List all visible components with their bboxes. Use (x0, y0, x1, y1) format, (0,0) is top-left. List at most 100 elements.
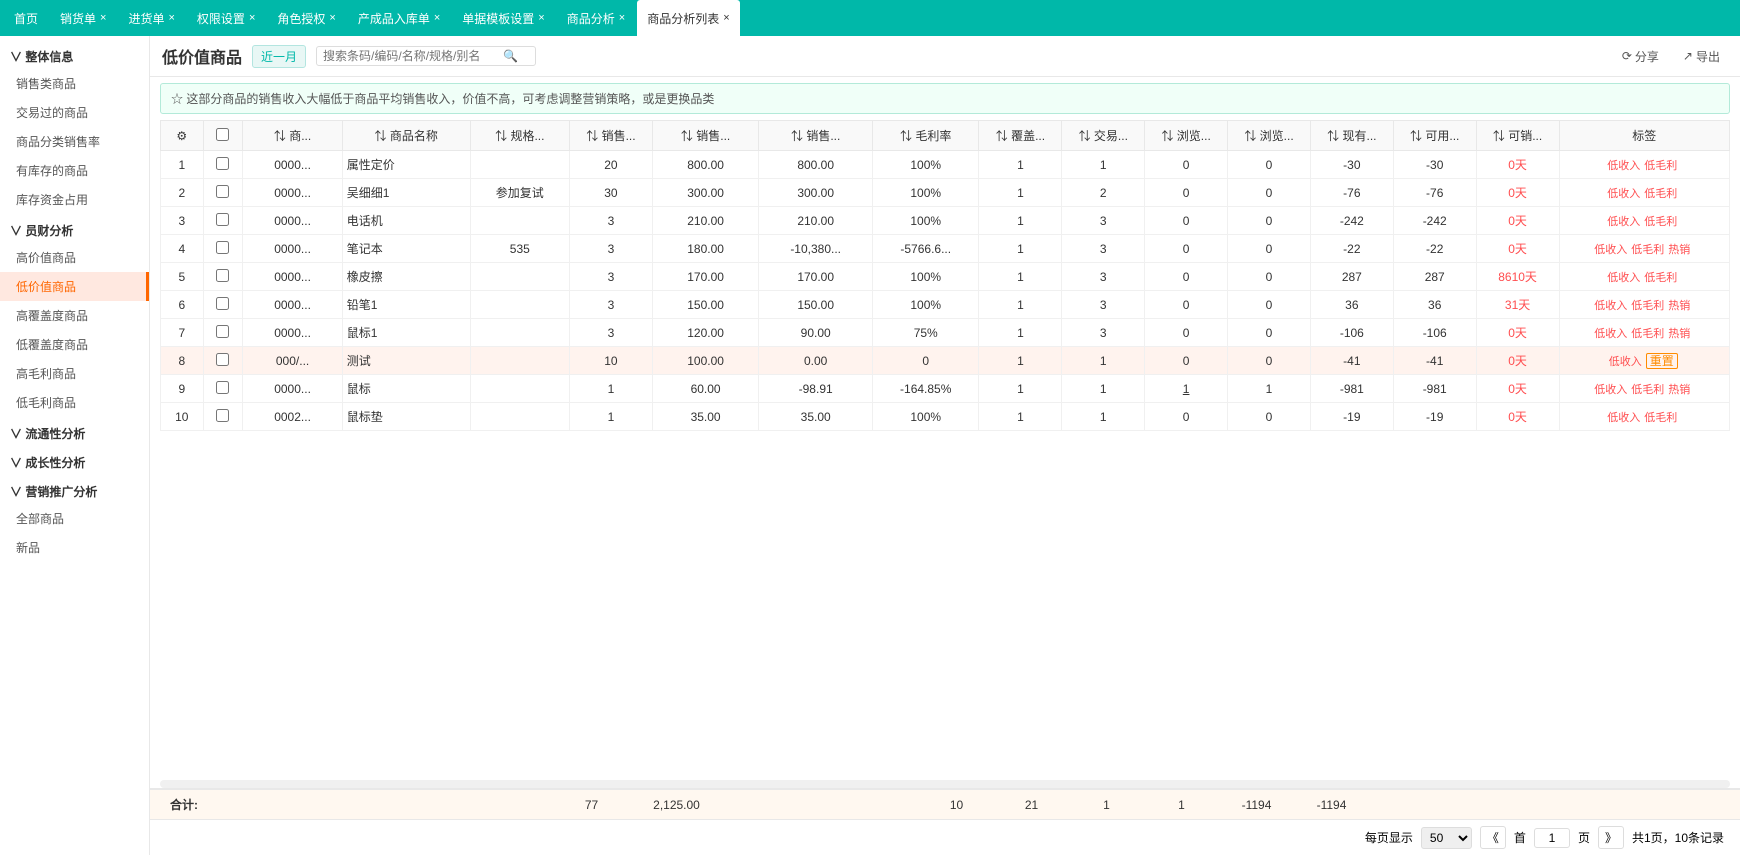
col-header-11[interactable]: ⇅ 现有... (1310, 121, 1393, 151)
close-icon[interactable]: × (329, 12, 335, 24)
col-header-7[interactable]: ⇅ 覆盖... (979, 121, 1062, 151)
tag-badge: 低收入 (1594, 244, 1627, 256)
sidebar-group-∨ 营销推广分析[interactable]: ∨ 营销推广分析 (0, 475, 149, 504)
row-stock: -22 (1310, 235, 1393, 263)
sidebar-item-低价值商品[interactable]: 低价值商品 (0, 272, 149, 301)
next-page-button[interactable]: 》 (1598, 826, 1624, 849)
sidebar-group-∨ 整体信息[interactable]: ∨ 整体信息 (0, 40, 149, 69)
tag-badge: 低收入 (1607, 188, 1640, 200)
table-row: 10000...属性定价20800.00800.00100%1100-30-30… (161, 151, 1730, 179)
row-cover: 1 (979, 207, 1062, 235)
export-button[interactable]: ↗ 导出 (1675, 45, 1728, 68)
row-check[interactable] (203, 403, 243, 431)
sidebar-group-∨ 成长性分析[interactable]: ∨ 成长性分析 (0, 446, 149, 475)
close-icon[interactable]: × (619, 12, 625, 24)
sidebar-group-∨ 流通性分析[interactable]: ∨ 流通性分析 (0, 417, 149, 446)
filter-button[interactable]: 近一月 (252, 45, 306, 68)
sidebar-item-销售类商品[interactable]: 销售类商品 (0, 69, 149, 98)
row-avail: -22 (1393, 235, 1476, 263)
sidebar-item-高毛利商品[interactable]: 高毛利商品 (0, 359, 149, 388)
pagination: 每页显示 50100200 《 首 页 》 共1页，10条记录 (150, 819, 1740, 855)
sidebar-item-低毛利商品[interactable]: 低毛利商品 (0, 388, 149, 417)
row-check[interactable] (203, 291, 243, 319)
row-check[interactable] (203, 235, 243, 263)
sidebar-item-低覆盖度商品[interactable]: 低覆盖度商品 (0, 330, 149, 359)
row-checkbox[interactable] (216, 297, 229, 310)
sidebar-item-库存资金占用[interactable]: 库存资金占用 (0, 185, 149, 214)
nav-item-单据模板设置[interactable]: 单据模板设置 × (452, 0, 554, 36)
info-bar: ☆ 这部分商品的销售收入大幅低于商品平均销售收入，价值不高，可考虑调整营销策略，… (160, 83, 1730, 114)
row-checkbox[interactable] (216, 409, 229, 422)
row-checkbox[interactable] (216, 353, 229, 366)
nav-item-产成品入库单[interactable]: 产成品入库单 × (348, 0, 450, 36)
row-code: 0000... (243, 151, 342, 179)
row-checkbox[interactable] (216, 241, 229, 254)
col-settings[interactable]: ⚙ (161, 121, 204, 151)
row-avail: -981 (1393, 375, 1476, 403)
col-header-12[interactable]: ⇅ 可用... (1393, 121, 1476, 151)
sidebar-item-有库存的商品[interactable]: 有库存的商品 (0, 156, 149, 185)
row-check[interactable] (203, 151, 243, 179)
sidebar-item-商品分类销售率[interactable]: 商品分类销售率 (0, 127, 149, 156)
nav-item-角色授权[interactable]: 角色授权 × (267, 0, 345, 36)
col-header-4[interactable]: ⇅ 销售... (652, 121, 759, 151)
sidebar-item-高覆盖度商品[interactable]: 高覆盖度商品 (0, 301, 149, 330)
page-title: 低价值商品 (162, 44, 242, 68)
col-header-5[interactable]: ⇅ 销售... (759, 121, 873, 151)
row-browse2: 0 (1228, 347, 1311, 375)
table-row: 90000...鼠标160.00-98.91-164.85%1111-981-9… (161, 375, 1730, 403)
browse-link[interactable]: 1 (1183, 382, 1190, 396)
search-input[interactable] (323, 49, 503, 63)
row-s1: 3 (569, 263, 652, 291)
nav-item-进货单[interactable]: 进货单 × (118, 0, 184, 36)
tag-badge: 低收入 (1594, 328, 1627, 340)
row-check[interactable] (203, 207, 243, 235)
first-page-button[interactable]: 《 (1480, 826, 1506, 849)
row-checkbox[interactable] (216, 213, 229, 226)
col-header-10[interactable]: ⇅ 浏览... (1228, 121, 1311, 151)
col-header-13[interactable]: ⇅ 可销... (1476, 121, 1559, 151)
share-button[interactable]: ⟳ 分享 (1614, 45, 1667, 68)
close-icon[interactable]: × (249, 12, 255, 24)
row-checkbox[interactable] (216, 157, 229, 170)
sidebar-group-∨ 员财分析[interactable]: ∨ 员财分析 (0, 214, 149, 243)
nav-item-权限设置[interactable]: 权限设置 × (187, 0, 265, 36)
row-checkbox[interactable] (216, 325, 229, 338)
page-number-input[interactable] (1534, 828, 1570, 848)
horizontal-scrollbar[interactable] (160, 780, 1730, 788)
nav-item-商品分析列表[interactable]: 商品分析列表 × (637, 0, 739, 36)
row-checkbox[interactable] (216, 185, 229, 198)
row-check[interactable] (203, 347, 243, 375)
close-icon[interactable]: × (434, 12, 440, 24)
row-check[interactable] (203, 179, 243, 207)
row-check[interactable] (203, 263, 243, 291)
row-gross: 100% (872, 263, 979, 291)
row-check[interactable] (203, 319, 243, 347)
sidebar-item-新品[interactable]: 新品 (0, 533, 149, 562)
col-header-2[interactable]: ⇅ 规格... (470, 121, 569, 151)
nav-item-首页[interactable]: 首页 (4, 0, 48, 36)
col-header-6[interactable]: ⇅ 毛利率 (872, 121, 979, 151)
row-checkbox[interactable] (216, 269, 229, 282)
nav-item-商品分析[interactable]: 商品分析 × (557, 0, 635, 36)
close-icon[interactable]: × (723, 12, 729, 24)
close-icon[interactable]: × (168, 12, 174, 24)
col-header-3[interactable]: ⇅ 销售... (569, 121, 652, 151)
row-checkbox[interactable] (216, 381, 229, 394)
per-page-select[interactable]: 50100200 (1421, 827, 1472, 849)
search-icon[interactable]: 🔍 (503, 49, 518, 63)
select-all-checkbox[interactable] (216, 128, 229, 141)
col-header-8[interactable]: ⇅ 交易... (1062, 121, 1145, 151)
sidebar-item-交易过的商品[interactable]: 交易过的商品 (0, 98, 149, 127)
row-check[interactable] (203, 375, 243, 403)
sidebar-item-全部商品[interactable]: 全部商品 (0, 504, 149, 533)
close-icon[interactable]: × (100, 12, 106, 24)
col-header-1[interactable]: ⇅ 商品名称 (342, 121, 470, 151)
close-icon[interactable]: × (538, 12, 544, 24)
col-header-9[interactable]: ⇅ 浏览... (1145, 121, 1228, 151)
col-header-0[interactable]: ⇅ 商... (243, 121, 342, 151)
row-tags: 低收入低毛利热销 (1559, 291, 1730, 319)
nav-item-销货单[interactable]: 销货单 × (50, 0, 116, 36)
row-cover: 1 (979, 291, 1062, 319)
sidebar-item-高价值商品[interactable]: 高价值商品 (0, 243, 149, 272)
